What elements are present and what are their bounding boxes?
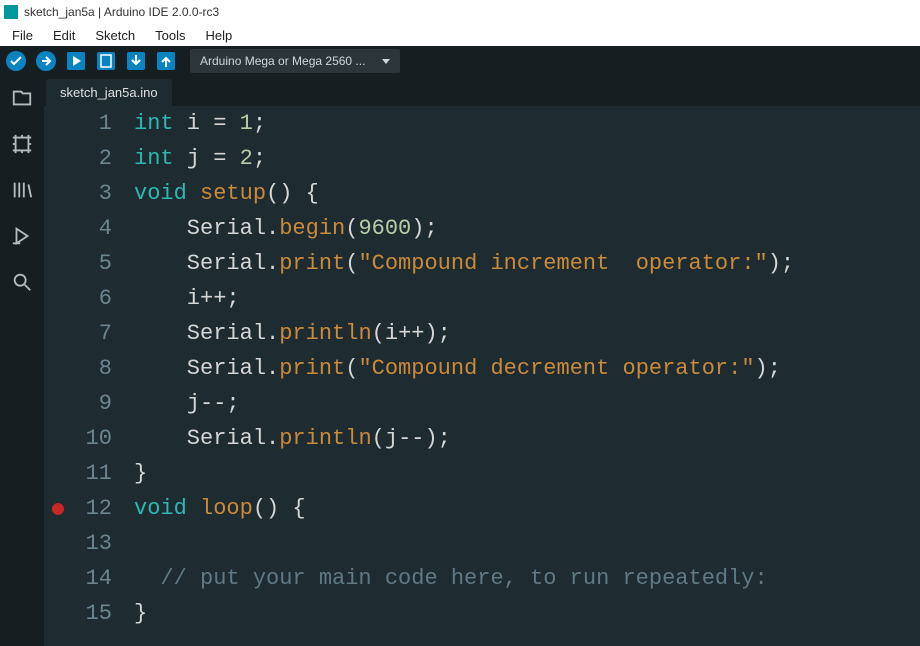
- breakpoint-icon[interactable]: [52, 503, 64, 515]
- window-title: sketch_jan5a | Arduino IDE 2.0.0-rc3: [24, 5, 219, 19]
- board-selector-label: Arduino Mega or Mega 2560 ...: [200, 54, 365, 68]
- activity-bar: [0, 76, 44, 646]
- line-number: 9: [70, 386, 112, 421]
- line-number: 2: [70, 141, 112, 176]
- breakpoint-slot[interactable]: [44, 106, 70, 141]
- toolbar: Arduino Mega or Mega 2560 ...: [0, 46, 920, 76]
- line-number: 6: [70, 281, 112, 316]
- line-number: 8: [70, 351, 112, 386]
- code-line[interactable]: Serial.println(i++);: [134, 316, 920, 351]
- line-number: 11: [70, 456, 112, 491]
- code-line[interactable]: j--;: [134, 386, 920, 421]
- window-titlebar: sketch_jan5a | Arduino IDE 2.0.0-rc3: [0, 0, 920, 24]
- menubar: File Edit Sketch Tools Help: [0, 24, 920, 46]
- breakpoint-slot[interactable]: [44, 526, 70, 561]
- breakpoint-slot[interactable]: [44, 141, 70, 176]
- breakpoint-slot[interactable]: [44, 351, 70, 386]
- code-line[interactable]: Serial.println(j--);: [134, 421, 920, 456]
- line-number: 13: [70, 526, 112, 561]
- library-manager-icon[interactable]: [10, 178, 34, 202]
- breakpoint-slot[interactable]: [44, 561, 70, 596]
- new-sketch-button[interactable]: [92, 47, 120, 75]
- breakpoint-gutter[interactable]: [44, 106, 70, 646]
- menu-file[interactable]: File: [2, 26, 43, 45]
- code-line[interactable]: void loop() {: [134, 491, 920, 526]
- menu-tools[interactable]: Tools: [145, 26, 195, 45]
- save-button[interactable]: [152, 47, 180, 75]
- line-number: 15: [70, 596, 112, 631]
- breakpoint-slot[interactable]: [44, 491, 70, 526]
- line-number: 7: [70, 316, 112, 351]
- code-line[interactable]: Serial.print("Compound increment operato…: [134, 246, 920, 281]
- search-icon[interactable]: [10, 270, 34, 294]
- tab-bar: sketch_jan5a.ino: [44, 76, 920, 106]
- code-line[interactable]: int j = 2;: [134, 141, 920, 176]
- explorer-icon[interactable]: [10, 86, 34, 110]
- code-line[interactable]: }: [134, 456, 920, 491]
- main-area: sketch_jan5a.ino 123456789101112131415 i…: [0, 76, 920, 646]
- app-icon: [4, 5, 18, 19]
- code-line[interactable]: [134, 526, 920, 561]
- line-number: 12: [70, 491, 112, 526]
- code-line[interactable]: }: [134, 596, 920, 631]
- breakpoint-slot[interactable]: [44, 211, 70, 246]
- editor-area: sketch_jan5a.ino 123456789101112131415 i…: [44, 76, 920, 646]
- code-line[interactable]: // put your main code here, to run repea…: [134, 561, 920, 596]
- line-number-gutter: 123456789101112131415: [70, 106, 126, 646]
- code-line[interactable]: void setup() {: [134, 176, 920, 211]
- line-number: 1: [70, 106, 112, 141]
- breakpoint-slot[interactable]: [44, 176, 70, 211]
- code-editor[interactable]: 123456789101112131415 int i = 1;int j = …: [44, 106, 920, 646]
- debug-button[interactable]: [62, 47, 90, 75]
- code-line[interactable]: i++;: [134, 281, 920, 316]
- code-line[interactable]: Serial.print("Compound decrement operato…: [134, 351, 920, 386]
- verify-button[interactable]: [2, 47, 30, 75]
- line-number: 5: [70, 246, 112, 281]
- line-number: 3: [70, 176, 112, 211]
- breakpoint-slot[interactable]: [44, 246, 70, 281]
- menu-help[interactable]: Help: [195, 26, 242, 45]
- breakpoint-slot[interactable]: [44, 596, 70, 631]
- debug-icon[interactable]: [10, 224, 34, 248]
- line-number: 14: [70, 561, 112, 596]
- breakpoint-slot[interactable]: [44, 316, 70, 351]
- code-line[interactable]: int i = 1;: [134, 106, 920, 141]
- code-content[interactable]: int i = 1;int j = 2;void setup() { Seria…: [126, 106, 920, 646]
- boards-manager-icon[interactable]: [10, 132, 34, 156]
- chevron-down-icon: [382, 59, 390, 64]
- open-button[interactable]: [122, 47, 150, 75]
- breakpoint-slot[interactable]: [44, 456, 70, 491]
- upload-button[interactable]: [32, 47, 60, 75]
- breakpoint-slot[interactable]: [44, 281, 70, 316]
- line-number: 10: [70, 421, 112, 456]
- code-line[interactable]: Serial.begin(9600);: [134, 211, 920, 246]
- menu-edit[interactable]: Edit: [43, 26, 85, 45]
- line-number: 4: [70, 211, 112, 246]
- board-selector[interactable]: Arduino Mega or Mega 2560 ...: [190, 49, 400, 73]
- menu-sketch[interactable]: Sketch: [85, 26, 145, 45]
- breakpoint-slot[interactable]: [44, 386, 70, 421]
- tab-sketch[interactable]: sketch_jan5a.ino: [46, 79, 172, 106]
- breakpoint-slot[interactable]: [44, 421, 70, 456]
